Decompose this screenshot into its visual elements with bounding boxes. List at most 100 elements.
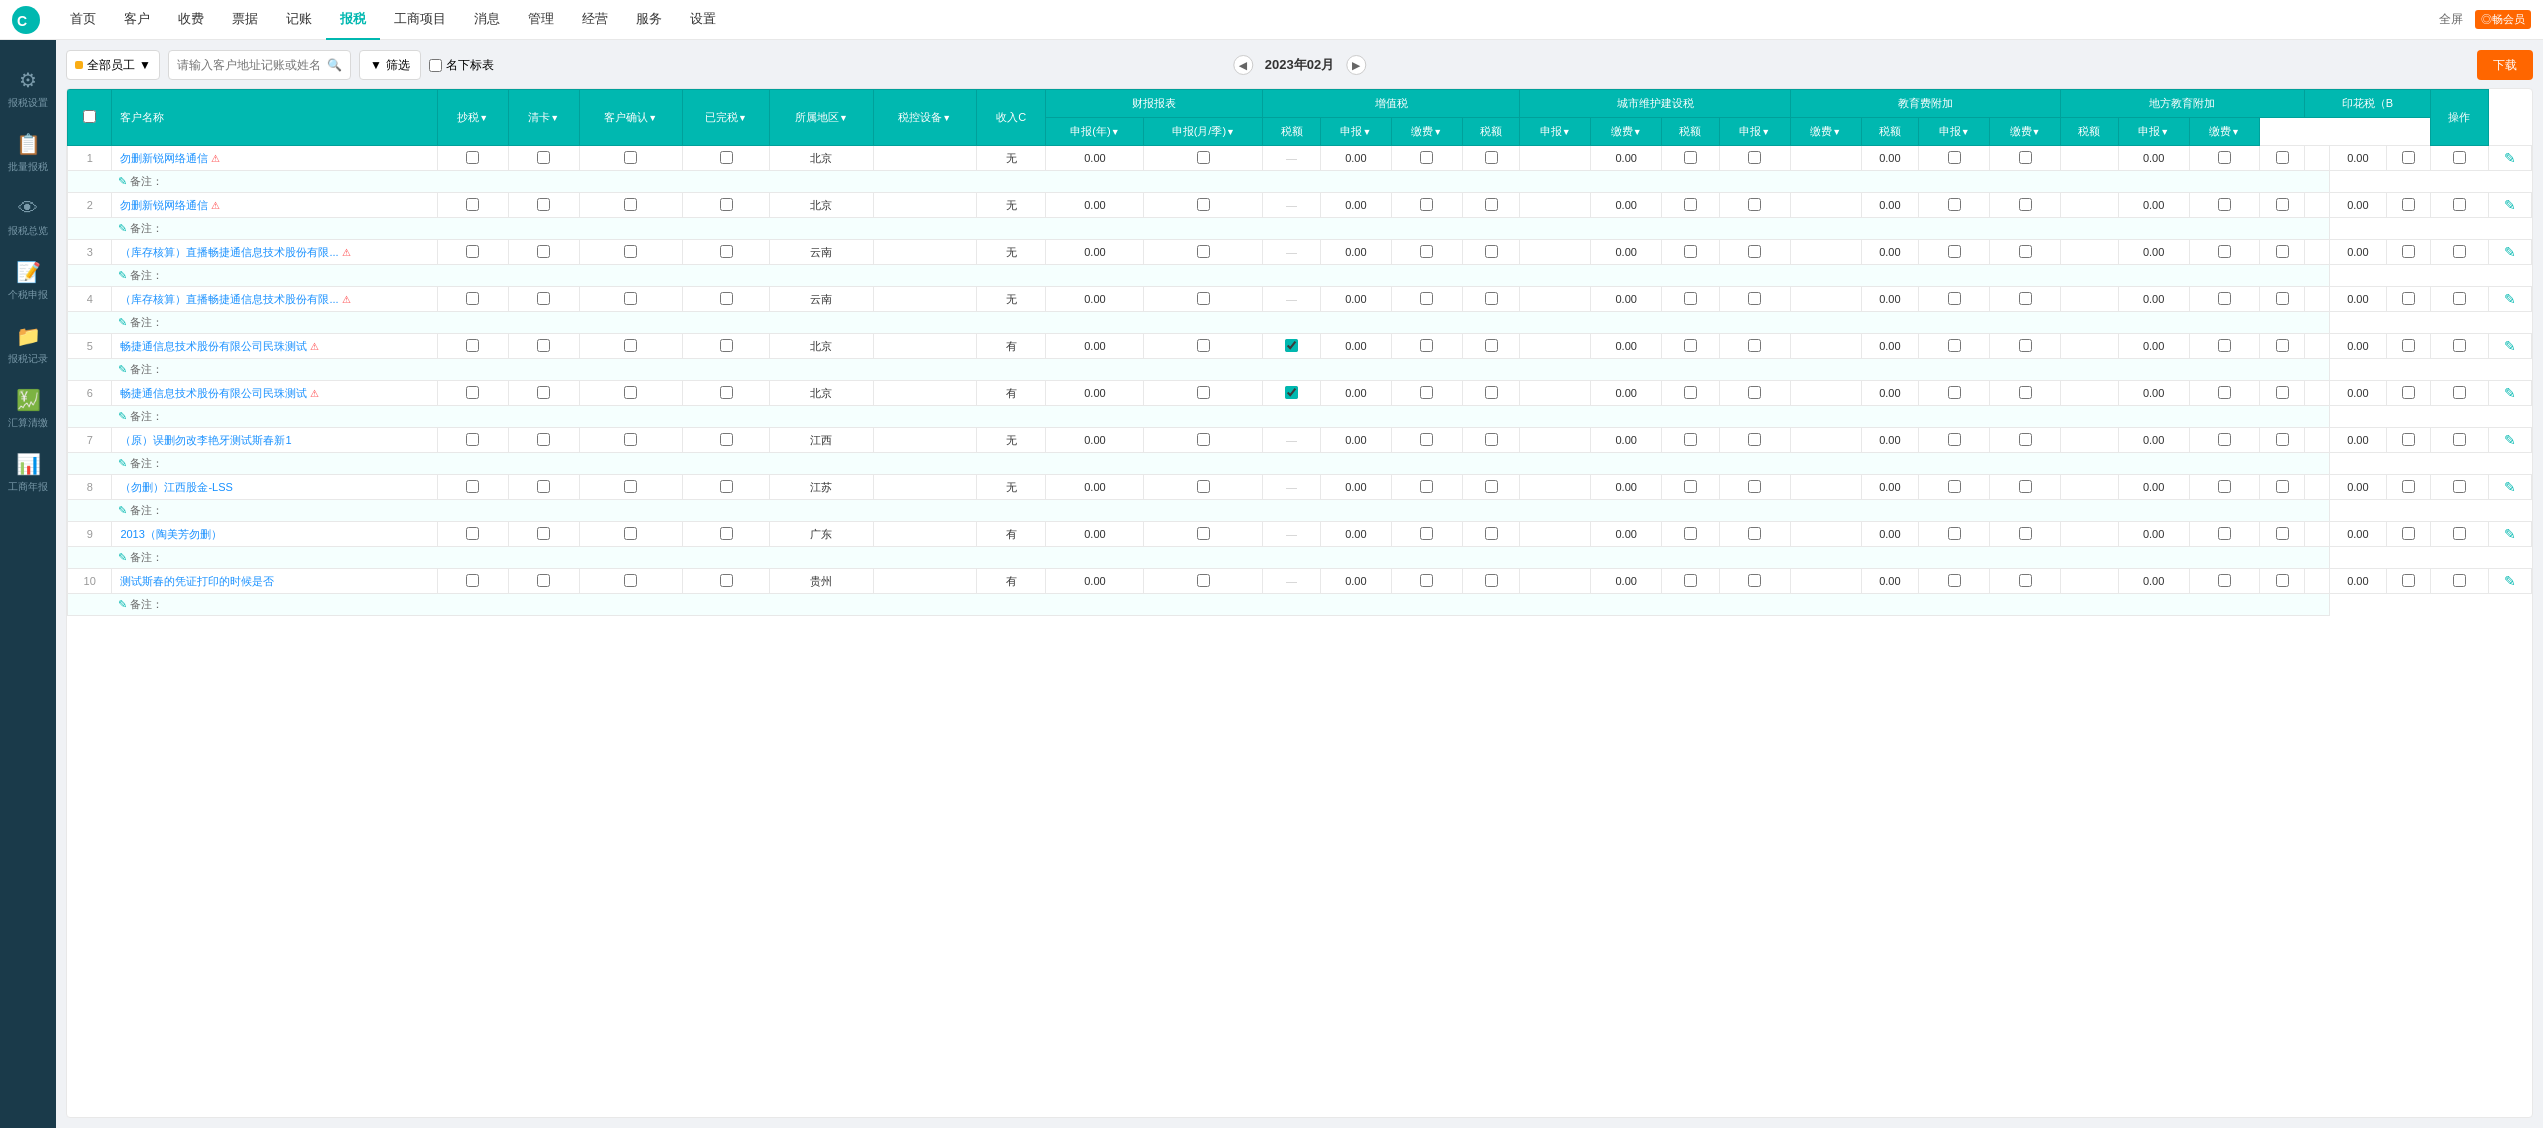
checkbox-city-declare[interactable] [1684,339,1697,352]
checkbox-chaoshui[interactable] [466,480,479,493]
checkbox-qingka[interactable] [537,433,550,446]
checkbox-local-declare[interactable] [2218,433,2231,446]
checkbox-edu-declare[interactable] [1948,245,1961,258]
checkbox-vat-pay[interactable] [1485,245,1498,258]
checkbox-confirm[interactable] [624,527,637,540]
checkbox-city-declare[interactable] [1684,151,1697,164]
remark-edit-icon[interactable]: ✎ [118,410,127,422]
company-name[interactable]: 畅捷通信息技术股份有限公司民珠测试 ⚠ [112,334,437,359]
checkbox-edu-declare[interactable] [1948,198,1961,211]
checkbox-stamp-declare[interactable] [2402,198,2415,211]
checkbox-local-declare[interactable] [2218,480,2231,493]
checkbox-vat-pay[interactable] [1485,386,1498,399]
remark-edit-icon[interactable]: ✎ [118,316,127,328]
checkbox-city-declare[interactable] [1684,198,1697,211]
edit-icon[interactable]: ✎ [2504,197,2516,213]
company-name[interactable]: 勿删新锐网络通信 ⚠ [112,146,437,171]
search-input[interactable] [177,58,327,72]
checkbox-confirm[interactable] [624,574,637,587]
company-name[interactable]: （库存核算）直播畅捷通信息技术股份有限... ⚠ [112,287,437,312]
edit-icon[interactable]: ✎ [2504,526,2516,542]
checkbox-vat-pay[interactable] [1485,527,1498,540]
checkbox-paid[interactable] [720,339,733,352]
checkbox-city-declare[interactable] [1684,574,1697,587]
checkbox-local-declare[interactable] [2218,245,2231,258]
nav-customer[interactable]: 客户 [110,0,164,40]
checkbox-annual-report[interactable] [1197,480,1210,493]
edit-icon[interactable]: ✎ [2504,385,2516,401]
checkbox-city-pay[interactable] [1748,386,1761,399]
checkbox-vat-declare[interactable] [1420,245,1433,258]
checkbox-annual-report[interactable] [1197,386,1210,399]
checkbox-edu-pay[interactable] [2019,198,2032,211]
checkbox-local-pay[interactable] [2276,339,2289,352]
checkbox-chaoshui[interactable] [466,198,479,211]
company-name[interactable]: 畅捷通信息技术股份有限公司民珠测试 ⚠ [112,381,437,406]
checkbox-vat-declare[interactable] [1420,527,1433,540]
nav-service[interactable]: 服务 [622,0,676,40]
checkbox-local-pay[interactable] [2276,527,2289,540]
checkbox-chaoshui[interactable] [466,574,479,587]
sidebar-item-tax-record[interactable]: 📁 报税记录 [0,312,56,376]
checkbox-confirm[interactable] [624,339,637,352]
company-name[interactable]: 2013（陶美芳勿删） [112,522,437,547]
checkbox-city-pay[interactable] [1748,574,1761,587]
checkbox-vat-declare[interactable] [1420,480,1433,493]
checkbox-local-pay[interactable] [2276,245,2289,258]
checkbox-edu-declare[interactable] [1948,151,1961,164]
select-all-checkbox[interactable] [83,110,96,123]
nav-operate[interactable]: 经营 [568,0,622,40]
download-button[interactable]: 下载 [2477,50,2533,80]
checkbox-stamp-declare[interactable] [2402,386,2415,399]
checkbox-paid[interactable] [720,198,733,211]
checkbox-vat-declare[interactable] [1420,574,1433,587]
checkbox-paid[interactable] [720,292,733,305]
nav-business[interactable]: 工商项目 [380,0,460,40]
checkbox-local-pay[interactable] [2276,574,2289,587]
checkbox-city-pay[interactable] [1748,198,1761,211]
checkbox-chaoshui[interactable] [466,386,479,399]
checkbox-monthly-report[interactable] [1285,339,1298,352]
sidebar-item-batch-tax[interactable]: 📋 批量报税 [0,120,56,184]
nav-home[interactable]: 首页 [56,0,110,40]
checkbox-annual-report[interactable] [1197,245,1210,258]
checkbox-stamp-declare[interactable] [2402,527,2415,540]
date-next-button[interactable]: ▶ [1346,55,1366,75]
checkbox-local-pay[interactable] [2276,433,2289,446]
checkbox-edu-declare[interactable] [1948,480,1961,493]
remark-edit-icon[interactable]: ✎ [118,504,127,516]
checkbox-edu-pay[interactable] [2019,527,2032,540]
checkbox-chaoshui[interactable] [466,527,479,540]
checkbox-edu-pay[interactable] [2019,480,2032,493]
checkbox-vat-pay[interactable] [1485,480,1498,493]
checkbox-city-pay[interactable] [1748,480,1761,493]
company-name[interactable]: 测试斯春的凭证打印的时候是否 [112,569,437,594]
checkbox-confirm[interactable] [624,151,637,164]
checkbox-vat-pay[interactable] [1485,574,1498,587]
checkbox-city-declare[interactable] [1684,433,1697,446]
checkbox-stamp-pay[interactable] [2453,527,2466,540]
sidebar-item-annual-settlement[interactable]: 💹 汇算清缴 [0,376,56,440]
checkbox-city-declare[interactable] [1684,480,1697,493]
date-prev-button[interactable]: ◀ [1233,55,1253,75]
checkbox-edu-declare[interactable] [1948,292,1961,305]
checkbox-chaoshui[interactable] [466,151,479,164]
checkbox-city-declare[interactable] [1684,386,1697,399]
fullscreen-btn[interactable]: 全屏 [2439,11,2463,28]
checkbox-confirm[interactable] [624,198,637,211]
checkbox-local-declare[interactable] [2218,386,2231,399]
checkbox-stamp-pay[interactable] [2453,292,2466,305]
edit-icon[interactable]: ✎ [2504,432,2516,448]
company-name[interactable]: （库存核算）直播畅捷通信息技术股份有限... ⚠ [112,240,437,265]
checkbox-stamp-declare[interactable] [2402,151,2415,164]
sidebar-item-tax-overview[interactable]: 👁 报税总览 [0,184,56,248]
checkbox-stamp-pay[interactable] [2453,386,2466,399]
checkbox-stamp-declare[interactable] [2402,480,2415,493]
sidebar-item-annual-report[interactable]: 📊 工商年报 [0,440,56,504]
named-sheets-input[interactable] [429,59,442,72]
checkbox-edu-pay[interactable] [2019,339,2032,352]
checkbox-vat-declare[interactable] [1420,151,1433,164]
checkbox-stamp-declare[interactable] [2402,245,2415,258]
checkbox-vat-pay[interactable] [1485,198,1498,211]
checkbox-annual-report[interactable] [1197,339,1210,352]
